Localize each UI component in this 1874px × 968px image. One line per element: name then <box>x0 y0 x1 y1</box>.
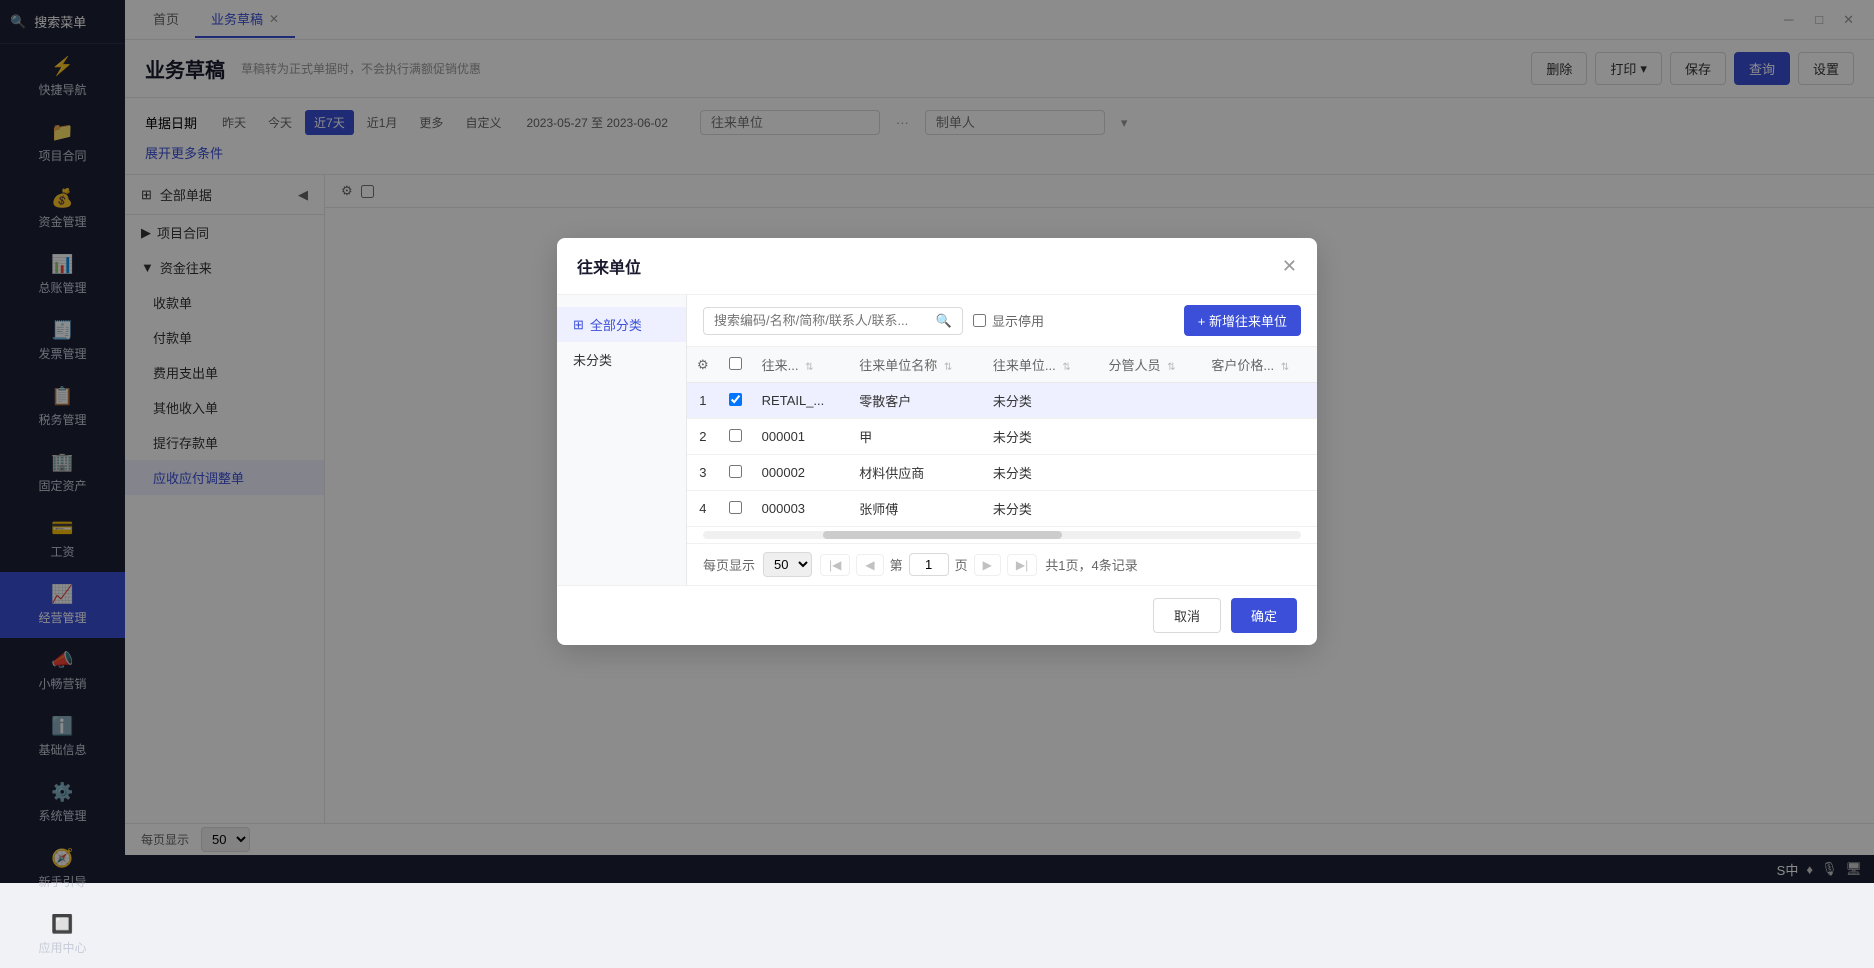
col-header-salesperson: 分管人员 ⇅ <box>1098 347 1201 383</box>
row-code-4: 000003 <box>752 491 850 527</box>
dialog-overlay: 往来单位 ✕ ⊞ 全部分类 未分类 🔍 <box>0 0 1874 883</box>
col-header-name: 往来单位名称 ⇅ <box>849 347 983 383</box>
apps-icon: 🔲 <box>51 914 73 935</box>
last-page-button[interactable]: ▶| <box>1007 554 1037 576</box>
dialog-header: 往来单位 ✕ <box>557 238 1317 295</box>
row-num-3: 3 <box>687 455 719 491</box>
dialog-title: 往来单位 <box>577 254 641 278</box>
dialog-actions: 取消 确定 <box>557 585 1317 645</box>
col-header-icon: ⚙ <box>687 347 719 383</box>
row-code-1: RETAIL_... <box>752 383 850 419</box>
partner-dialog: 往来单位 ✕ ⊞ 全部分类 未分类 🔍 <box>557 238 1317 645</box>
sort-icon-price-cat: ⇅ <box>1281 362 1289 373</box>
dialog-toolbar: 🔍 显示停用 + 新增往来单位 <box>687 295 1317 347</box>
row-category-3: 未分类 <box>983 455 1099 491</box>
sidebar-item-apps[interactable]: 🔲 应用中心 <box>0 902 125 968</box>
page-size-select[interactable]: 50 <box>763 552 812 577</box>
col-header-code: 往来... ⇅ <box>752 347 850 383</box>
row-num-4: 4 <box>687 491 719 527</box>
row-check-1[interactable] <box>719 383 752 419</box>
row-check-2[interactable] <box>719 419 752 455</box>
show-disabled-checkbox[interactable] <box>973 314 986 327</box>
dialog-category-sidebar: ⊞ 全部分类 未分类 <box>557 295 687 585</box>
horizontal-scrollbar[interactable] <box>703 531 1301 539</box>
row-code-3: 000002 <box>752 455 850 491</box>
row-code-2: 000001 <box>752 419 850 455</box>
next-page-button[interactable]: ▶ <box>974 554 1001 576</box>
dialog-search-input[interactable] <box>714 313 930 328</box>
sort-icon-category: ⇅ <box>1062 362 1070 373</box>
cancel-button[interactable]: 取消 <box>1153 598 1221 633</box>
prev-page-button[interactable]: ◀ <box>856 554 883 576</box>
grid-icon-small: ⊞ <box>573 317 584 333</box>
confirm-button[interactable]: 确定 <box>1231 598 1297 633</box>
row-salesperson-3 <box>1098 455 1201 491</box>
row-category-4: 未分类 <box>983 491 1099 527</box>
row-category-1: 未分类 <box>983 383 1099 419</box>
row-price-cat-4 <box>1201 491 1317 527</box>
dialog-category-uncategorized[interactable]: 未分类 <box>557 342 686 377</box>
row-name-2: 甲 <box>849 419 983 455</box>
show-disabled-checkbox-label[interactable]: 显示停用 <box>973 311 1044 330</box>
scrollbar-thumb <box>823 531 1062 539</box>
page-navigation: |◀ ◀ 第 页 ▶ ▶| <box>820 553 1037 576</box>
first-page-button[interactable]: |◀ <box>820 554 850 576</box>
select-all-dialog-checkbox[interactable] <box>729 357 742 370</box>
sort-icon-code: ⇅ <box>805 362 813 373</box>
col-header-price-cat: 客户价格... ⇅ <box>1201 347 1317 383</box>
dialog-pagination: 每页显示 50 |◀ ◀ 第 页 ▶ ▶| 共1页，4条记录 <box>687 543 1317 585</box>
dialog-body: ⊞ 全部分类 未分类 🔍 显示停用 <box>557 295 1317 585</box>
dialog-search-wrapper: 🔍 <box>703 307 963 335</box>
col-header-check <box>719 347 752 383</box>
row-salesperson-1 <box>1098 383 1201 419</box>
row-check-4[interactable] <box>719 491 752 527</box>
row-price-cat-1 <box>1201 383 1317 419</box>
sort-icon-salesperson: ⇅ <box>1167 362 1175 373</box>
row-num-1: 1 <box>687 383 719 419</box>
table-row[interactable]: 3 000002 材料供应商 未分类 <box>687 455 1317 491</box>
row-check-3[interactable] <box>719 455 752 491</box>
row-name-1: 零散客户 <box>849 383 983 419</box>
sort-icon-name: ⇅ <box>944 362 952 373</box>
total-records: 共1页，4条记录 <box>1045 555 1137 574</box>
dialog-table: ⚙ 往来... ⇅ 往来单位名称 <box>687 347 1317 527</box>
settings-icon[interactable]: ⚙ <box>697 357 709 372</box>
row-price-cat-2 <box>1201 419 1317 455</box>
row-name-3: 材料供应商 <box>849 455 983 491</box>
dialog-category-all[interactable]: ⊞ 全部分类 <box>557 307 686 342</box>
row-category-2: 未分类 <box>983 419 1099 455</box>
table-row[interactable]: 4 000003 张师傅 未分类 <box>687 491 1317 527</box>
table-row[interactable]: 1 RETAIL_... 零散客户 未分类 <box>687 383 1317 419</box>
row-name-4: 张师傅 <box>849 491 983 527</box>
dialog-content-main: 🔍 显示停用 + 新增往来单位 ⚙ <box>687 295 1317 585</box>
row-salesperson-4 <box>1098 491 1201 527</box>
row-salesperson-2 <box>1098 419 1201 455</box>
dialog-close-button[interactable]: ✕ <box>1282 256 1297 277</box>
page-number-input[interactable] <box>909 553 949 576</box>
row-price-cat-3 <box>1201 455 1317 491</box>
search-icon-small: 🔍 <box>936 313 952 329</box>
col-header-category: 往来单位... ⇅ <box>983 347 1099 383</box>
add-partner-button[interactable]: + 新增往来单位 <box>1184 305 1301 336</box>
row-num-2: 2 <box>687 419 719 455</box>
table-row[interactable]: 2 000001 甲 未分类 <box>687 419 1317 455</box>
